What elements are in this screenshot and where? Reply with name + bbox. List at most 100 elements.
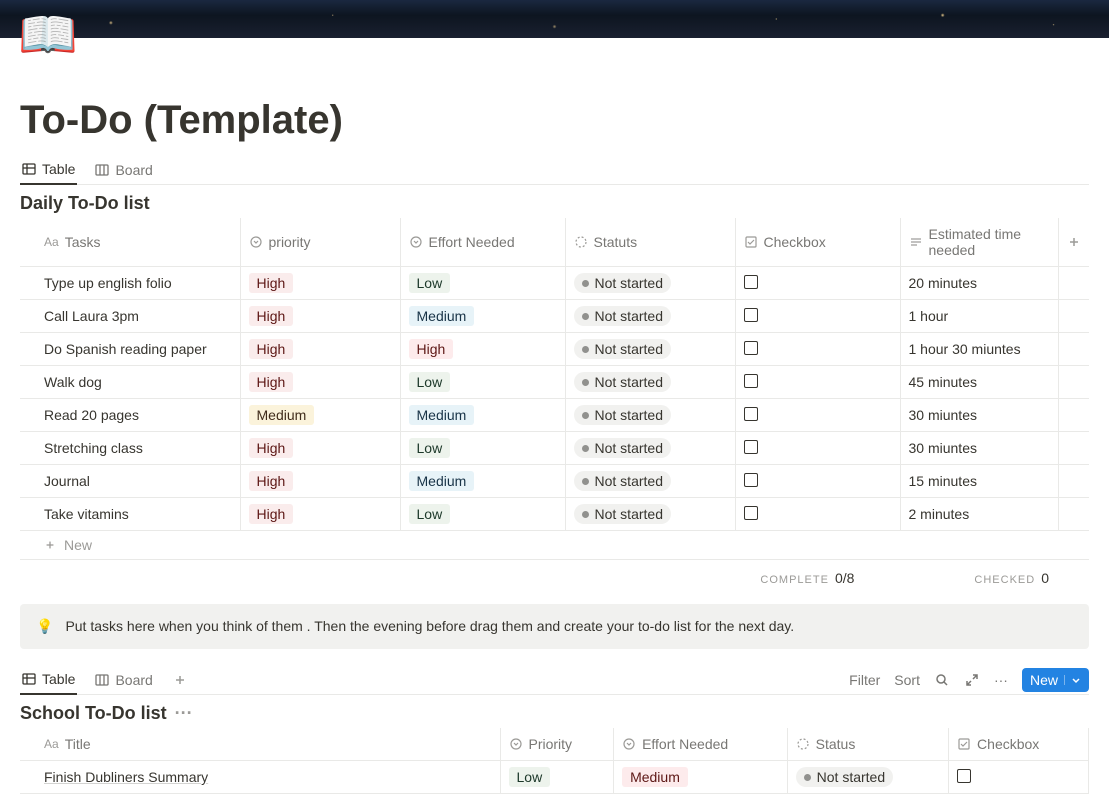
cell-estimated[interactable]: 45 minutes [900, 366, 1059, 399]
cell-task[interactable]: Walk dog [20, 366, 240, 399]
cell-checkbox[interactable] [735, 366, 900, 399]
cell-priority[interactable]: High [240, 465, 400, 498]
cell-checkbox[interactable] [735, 267, 900, 300]
col-estimated[interactable]: Estimated time needed [900, 218, 1059, 267]
checkbox[interactable] [744, 275, 758, 289]
checkbox[interactable] [744, 341, 758, 355]
cell-estimated[interactable]: 20 minutes [900, 267, 1059, 300]
checkbox[interactable] [744, 506, 758, 520]
cell-task[interactable]: Read 20 pages [20, 399, 240, 432]
checkbox[interactable] [744, 407, 758, 421]
tag-high[interactable]: High [249, 504, 294, 524]
tag-medium[interactable]: Medium [409, 306, 475, 326]
tag-medium[interactable]: Medium [409, 405, 475, 425]
table-row[interactable]: Finish Dubliners Summary Low Medium Not sta… [20, 761, 1089, 794]
tag-medium[interactable]: Medium [249, 405, 315, 425]
cell-estimated[interactable]: 1 hour [900, 300, 1059, 333]
cell-checkbox[interactable] [735, 333, 900, 366]
cell-status[interactable]: Not started [565, 432, 735, 465]
cell-task[interactable]: Stretching class [20, 432, 240, 465]
tab-board[interactable]: Board [93, 156, 154, 184]
sort-button[interactable]: Sort [894, 672, 920, 688]
cell-task[interactable]: Journal [20, 465, 240, 498]
col-priority[interactable]: priority [240, 218, 400, 267]
cell-task[interactable]: Call Laura 3pm [20, 300, 240, 333]
add-view[interactable] [171, 667, 189, 693]
col-checkbox[interactable]: Checkbox [735, 218, 900, 267]
cell-status[interactable]: Not started [565, 366, 735, 399]
checkbox[interactable] [744, 374, 758, 388]
tag-low[interactable]: Low [409, 372, 451, 392]
status-pill[interactable]: Not started [574, 405, 671, 425]
checkbox[interactable] [957, 769, 971, 783]
cell-effort[interactable]: Medium [400, 399, 565, 432]
col-effort-2[interactable]: Effort Needed [614, 728, 788, 761]
cell-priority[interactable]: Medium [240, 399, 400, 432]
tag-high[interactable]: High [409, 339, 454, 359]
cell-estimated[interactable]: 30 miuntes [900, 399, 1059, 432]
tag-low[interactable]: Low [509, 767, 551, 787]
status-pill[interactable]: Not started [574, 504, 671, 524]
tab-board-2[interactable]: Board [93, 666, 154, 694]
more-icon[interactable]: ··· [994, 672, 1008, 688]
cell-status[interactable]: Not started [787, 761, 948, 794]
tag-medium[interactable]: Medium [409, 471, 475, 491]
cell-estimated[interactable]: 30 miuntes [900, 432, 1059, 465]
tag-high[interactable]: High [249, 471, 294, 491]
cell-estimated[interactable]: 2 minutes [900, 498, 1059, 531]
section-more-icon[interactable]: ··· [175, 703, 193, 724]
table-row[interactable]: Read 20 pages Medium Medium Not started 30 m… [20, 399, 1089, 432]
cell-checkbox[interactable] [949, 761, 1089, 794]
table-row[interactable]: Stretching class High Low Not started 30 miu… [20, 432, 1089, 465]
expand-icon[interactable] [964, 672, 980, 688]
col-status-2[interactable]: Status [787, 728, 948, 761]
tag-high[interactable]: High [249, 438, 294, 458]
cell-status[interactable]: Not started [565, 465, 735, 498]
filter-button[interactable]: Filter [849, 672, 880, 688]
status-pill[interactable]: Not started [574, 306, 671, 326]
cell-priority[interactable]: High [240, 432, 400, 465]
table-row[interactable]: Do Spanish reading paper High High Not star… [20, 333, 1089, 366]
cell-status[interactable]: Not started [565, 267, 735, 300]
cell-effort[interactable]: Medium [400, 300, 565, 333]
cell-effort[interactable]: Low [400, 498, 565, 531]
col-priority-2[interactable]: Priority [500, 728, 614, 761]
page-icon[interactable]: 📖 [18, 6, 78, 63]
table-row[interactable]: Type up english folioHighLowNot started 2… [20, 267, 1089, 300]
cell-effort[interactable]: Low [400, 432, 565, 465]
status-pill[interactable]: Not started [574, 438, 671, 458]
new-button[interactable]: New [1022, 668, 1089, 692]
cell-checkbox[interactable] [735, 432, 900, 465]
tag-high[interactable]: High [249, 306, 294, 326]
col-checkbox-2[interactable]: Checkbox [949, 728, 1089, 761]
cell-priority[interactable]: Low [500, 761, 614, 794]
cell-task[interactable]: Take vitamins [20, 498, 240, 531]
cell-effort[interactable]: Medium [614, 761, 788, 794]
new-row-daily[interactable]: New [20, 531, 1089, 560]
cell-title[interactable]: Finish Dubliners Summary [20, 761, 500, 794]
col-title[interactable]: AaTitle [20, 728, 500, 761]
tag-high[interactable]: High [249, 372, 294, 392]
cell-priority[interactable]: High [240, 498, 400, 531]
school-heading[interactable]: School To-Do list [20, 703, 167, 724]
status-pill[interactable]: Not started [796, 767, 893, 787]
checkbox[interactable] [744, 440, 758, 454]
checkbox[interactable] [744, 308, 758, 322]
cell-priority[interactable]: High [240, 366, 400, 399]
cell-status[interactable]: Not started [565, 498, 735, 531]
checkbox[interactable] [744, 473, 758, 487]
tag-low[interactable]: Low [409, 504, 451, 524]
cell-effort[interactable]: Low [400, 267, 565, 300]
cell-task[interactable]: Do Spanish reading paper [20, 333, 240, 366]
callout[interactable]: 💡 Put tasks here when you think of them … [20, 604, 1089, 649]
cell-checkbox[interactable] [735, 465, 900, 498]
cell-priority[interactable]: High [240, 267, 400, 300]
status-pill[interactable]: Not started [574, 339, 671, 359]
cell-effort[interactable]: Low [400, 366, 565, 399]
tag-medium[interactable]: Medium [622, 767, 688, 787]
tab-table[interactable]: Table [20, 155, 77, 185]
tag-high[interactable]: High [249, 339, 294, 359]
status-pill[interactable]: Not started [574, 372, 671, 392]
cell-task[interactable]: Type up english folio [20, 267, 240, 300]
cell-status[interactable]: Not started [565, 399, 735, 432]
